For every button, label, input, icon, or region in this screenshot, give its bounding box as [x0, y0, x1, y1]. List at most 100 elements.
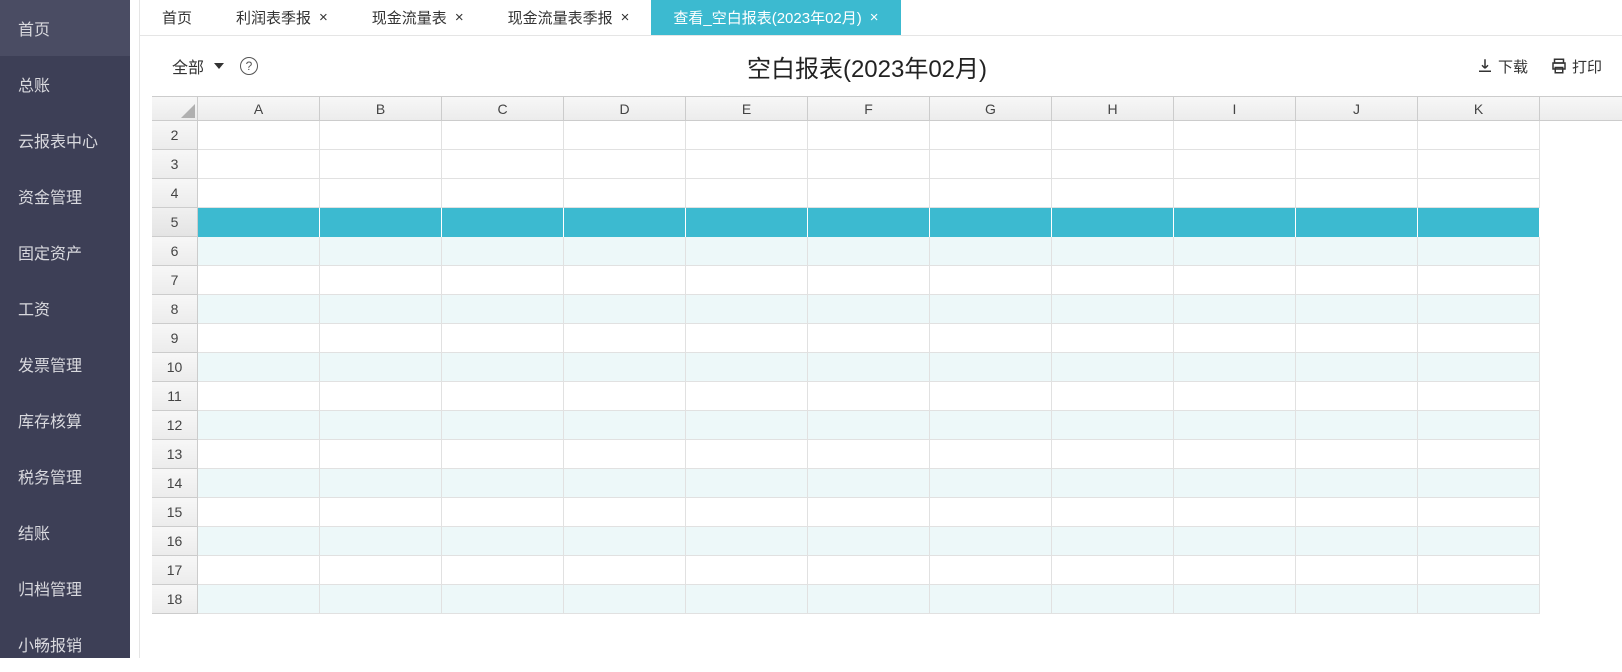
- column-header-D[interactable]: D: [564, 97, 686, 120]
- cell-F5[interactable]: [808, 208, 930, 237]
- cell-C5[interactable]: [442, 208, 564, 237]
- row-header-13[interactable]: 13: [152, 440, 198, 469]
- cell-I16[interactable]: [1174, 527, 1296, 556]
- cell-B16[interactable]: [320, 527, 442, 556]
- cell-D12[interactable]: [564, 411, 686, 440]
- cell-C17[interactable]: [442, 556, 564, 585]
- spreadsheet[interactable]: ABCDEFGHIJK 23456789101112131415161718: [152, 96, 1622, 658]
- cell-G14[interactable]: [930, 469, 1052, 498]
- cell-K13[interactable]: [1418, 440, 1540, 469]
- cell-C10[interactable]: [442, 353, 564, 382]
- help-icon[interactable]: ?: [240, 57, 258, 75]
- cell-F9[interactable]: [808, 324, 930, 353]
- sidebar-item-4[interactable]: 固定资产: [0, 224, 130, 280]
- sidebar-item-8[interactable]: 税务管理: [0, 448, 130, 504]
- cell-F16[interactable]: [808, 527, 930, 556]
- cell-H10[interactable]: [1052, 353, 1174, 382]
- row-header-4[interactable]: 4: [152, 179, 198, 208]
- cell-K8[interactable]: [1418, 295, 1540, 324]
- cell-H7[interactable]: [1052, 266, 1174, 295]
- cell-I15[interactable]: [1174, 498, 1296, 527]
- cell-E2[interactable]: [686, 121, 808, 150]
- column-header-G[interactable]: G: [930, 97, 1052, 120]
- cell-G11[interactable]: [930, 382, 1052, 411]
- cell-A15[interactable]: [198, 498, 320, 527]
- column-header-A[interactable]: A: [198, 97, 320, 120]
- tab-1[interactable]: 利润表季报×: [214, 0, 350, 35]
- cell-J18[interactable]: [1296, 585, 1418, 614]
- column-header-I[interactable]: I: [1174, 97, 1296, 120]
- cell-A2[interactable]: [198, 121, 320, 150]
- cell-J15[interactable]: [1296, 498, 1418, 527]
- cell-D11[interactable]: [564, 382, 686, 411]
- row-header-10[interactable]: 10: [152, 353, 198, 382]
- cell-J5[interactable]: [1296, 208, 1418, 237]
- cell-D6[interactable]: [564, 237, 686, 266]
- cell-A7[interactable]: [198, 266, 320, 295]
- cell-B18[interactable]: [320, 585, 442, 614]
- row-header-9[interactable]: 9: [152, 324, 198, 353]
- cell-B15[interactable]: [320, 498, 442, 527]
- row-header-6[interactable]: 6: [152, 237, 198, 266]
- cell-C11[interactable]: [442, 382, 564, 411]
- filter-dropdown[interactable]: 全部 ?: [172, 54, 258, 78]
- cell-J11[interactable]: [1296, 382, 1418, 411]
- column-header-E[interactable]: E: [686, 97, 808, 120]
- cell-F2[interactable]: [808, 121, 930, 150]
- close-icon[interactable]: ×: [319, 10, 328, 25]
- cell-D17[interactable]: [564, 556, 686, 585]
- cell-B9[interactable]: [320, 324, 442, 353]
- cell-D18[interactable]: [564, 585, 686, 614]
- cell-C2[interactable]: [442, 121, 564, 150]
- cell-G8[interactable]: [930, 295, 1052, 324]
- cell-F4[interactable]: [808, 179, 930, 208]
- cell-B4[interactable]: [320, 179, 442, 208]
- cell-F15[interactable]: [808, 498, 930, 527]
- cell-D15[interactable]: [564, 498, 686, 527]
- cell-J17[interactable]: [1296, 556, 1418, 585]
- cell-H15[interactable]: [1052, 498, 1174, 527]
- cell-C12[interactable]: [442, 411, 564, 440]
- cell-D4[interactable]: [564, 179, 686, 208]
- cell-E16[interactable]: [686, 527, 808, 556]
- sidebar-item-9[interactable]: 结账: [0, 504, 130, 560]
- cell-D14[interactable]: [564, 469, 686, 498]
- row-header-16[interactable]: 16: [152, 527, 198, 556]
- cell-A13[interactable]: [198, 440, 320, 469]
- print-button[interactable]: 打印: [1550, 56, 1602, 77]
- cell-G9[interactable]: [930, 324, 1052, 353]
- column-header-K[interactable]: K: [1418, 97, 1540, 120]
- column-header-C[interactable]: C: [442, 97, 564, 120]
- cell-H2[interactable]: [1052, 121, 1174, 150]
- sidebar-item-7[interactable]: 库存核算: [0, 392, 130, 448]
- cell-E11[interactable]: [686, 382, 808, 411]
- cell-F17[interactable]: [808, 556, 930, 585]
- cell-G3[interactable]: [930, 150, 1052, 179]
- cell-H18[interactable]: [1052, 585, 1174, 614]
- row-header-18[interactable]: 18: [152, 585, 198, 614]
- tab-4[interactable]: 查看_空白报表(2023年02月)×: [651, 0, 900, 35]
- cell-I5[interactable]: [1174, 208, 1296, 237]
- cell-D8[interactable]: [564, 295, 686, 324]
- cell-D3[interactable]: [564, 150, 686, 179]
- cell-E7[interactable]: [686, 266, 808, 295]
- cell-A16[interactable]: [198, 527, 320, 556]
- cell-J4[interactable]: [1296, 179, 1418, 208]
- cell-I2[interactable]: [1174, 121, 1296, 150]
- cell-K6[interactable]: [1418, 237, 1540, 266]
- row-header-17[interactable]: 17: [152, 556, 198, 585]
- cell-E17[interactable]: [686, 556, 808, 585]
- sidebar-item-0[interactable]: 首页: [0, 0, 130, 56]
- cell-B6[interactable]: [320, 237, 442, 266]
- cell-K10[interactable]: [1418, 353, 1540, 382]
- cell-E15[interactable]: [686, 498, 808, 527]
- cell-B17[interactable]: [320, 556, 442, 585]
- cell-E12[interactable]: [686, 411, 808, 440]
- cell-B5[interactable]: [320, 208, 442, 237]
- cell-J16[interactable]: [1296, 527, 1418, 556]
- cell-C18[interactable]: [442, 585, 564, 614]
- cell-K4[interactable]: [1418, 179, 1540, 208]
- cell-H9[interactable]: [1052, 324, 1174, 353]
- cell-A12[interactable]: [198, 411, 320, 440]
- cell-E3[interactable]: [686, 150, 808, 179]
